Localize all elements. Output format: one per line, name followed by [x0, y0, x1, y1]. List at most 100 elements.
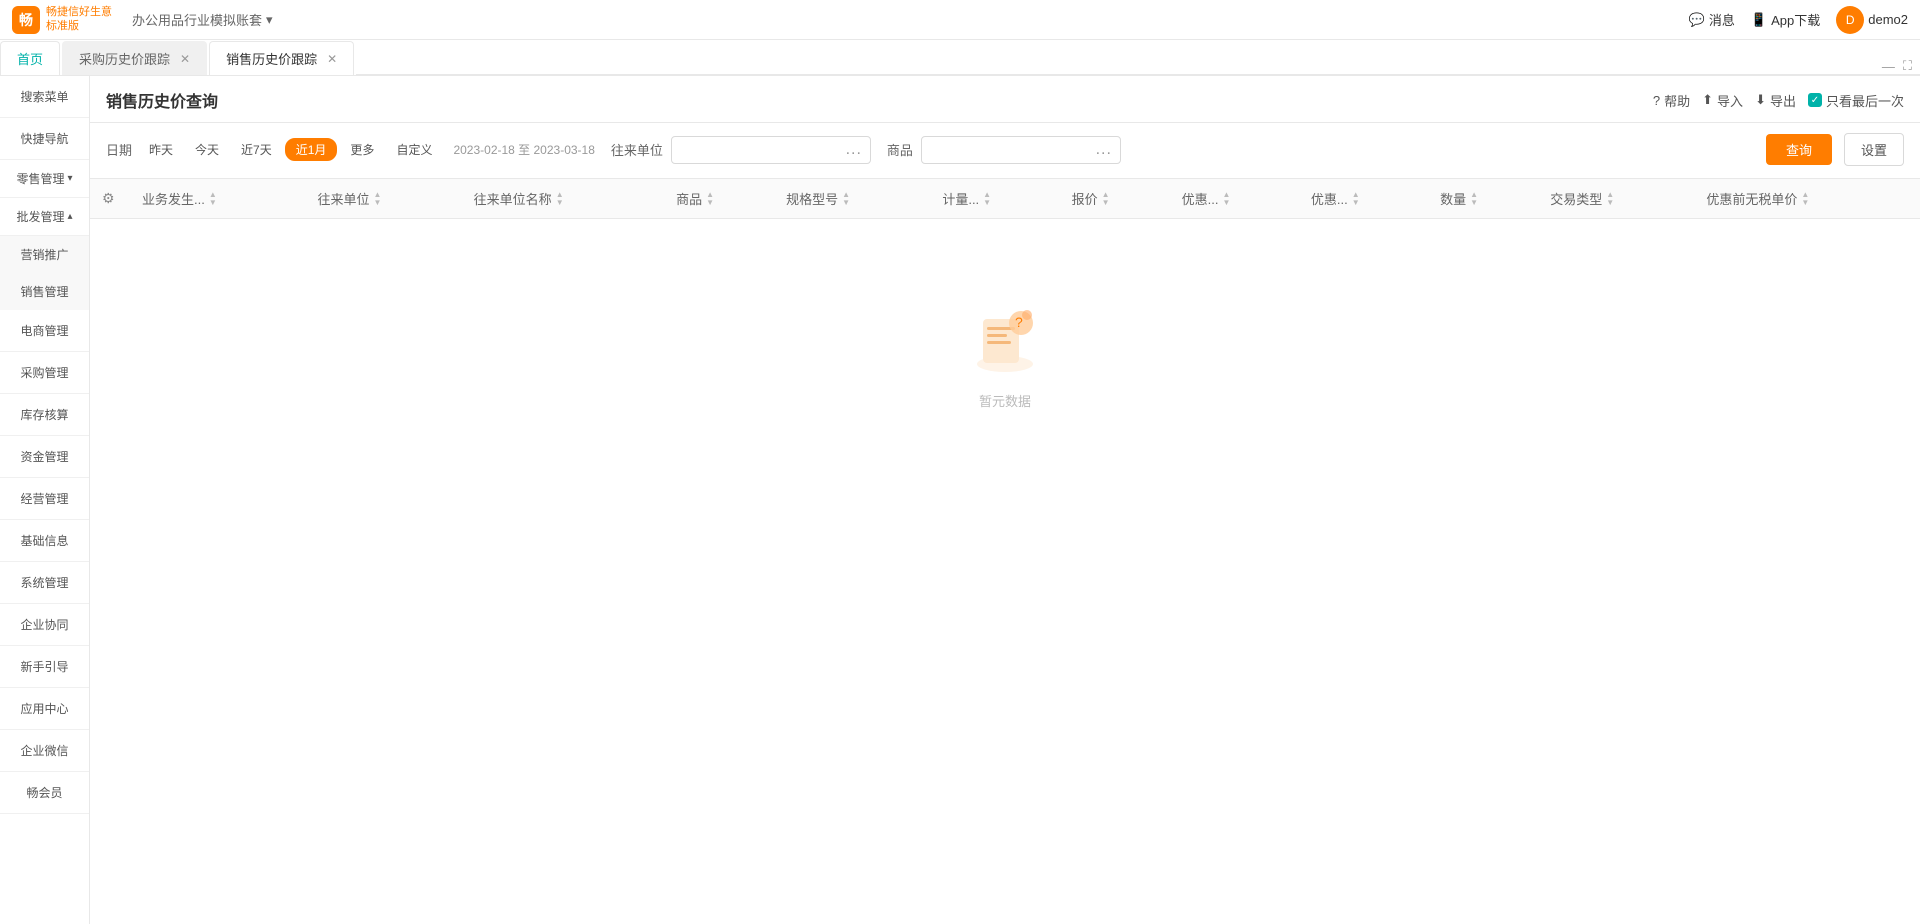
sidebar-item-new-guide[interactable]: 新手引导	[0, 646, 89, 688]
th-spec[interactable]: 规格型号 ▲▼	[774, 179, 930, 219]
user-menu[interactable]: D demo2	[1836, 6, 1908, 34]
avatar: D	[1836, 6, 1864, 34]
table-container: ⚙ 业务发生... ▲▼ 往来单位 ▲▼	[90, 179, 1920, 924]
minimize-icon[interactable]: —	[1882, 59, 1895, 74]
mobile-icon: 📱	[1751, 12, 1767, 28]
page-actions: ? 帮助 ⬆ 导入 ⬇ 导出 ✓ 只看最后一次	[1653, 91, 1904, 110]
sort-arrows-pre-tax-price: ▲▼	[1801, 191, 1809, 207]
sort-arrows-quote: ▲▼	[1102, 191, 1110, 207]
sidebar-item-ecommerce[interactable]: 电商管理	[0, 310, 89, 352]
chat-button[interactable]: 💬 消息	[1689, 10, 1735, 29]
counterparty-input[interactable]: ...	[671, 136, 871, 164]
th-qty[interactable]: 数量 ▲▼	[1428, 179, 1538, 219]
th-counterparty-name[interactable]: 往来单位名称 ▲▼	[462, 179, 664, 219]
th-discount2[interactable]: 优惠... ▲▼	[1299, 179, 1428, 219]
sidebar-sub-group: 营销推广 销售管理	[0, 236, 89, 310]
app-download-button[interactable]: 📱 App下载	[1751, 10, 1820, 29]
help-icon: ?	[1653, 93, 1660, 108]
date-btn-7days[interactable]: 近7天	[232, 138, 281, 161]
chevron-up-icon: ▴	[67, 211, 72, 222]
help-button[interactable]: ? 帮助	[1653, 91, 1690, 110]
tab-close-sales[interactable]: ✕	[327, 52, 337, 66]
date-btn-today[interactable]: 今天	[186, 138, 228, 161]
sidebar-item-basic-info[interactable]: 基础信息	[0, 520, 89, 562]
th-quote[interactable]: 报价 ▲▼	[1060, 179, 1170, 219]
sort-arrows-biz-date: ▲▼	[209, 191, 217, 207]
th-pre-tax-price[interactable]: 优惠前无税单价 ▲▼	[1694, 179, 1920, 219]
date-buttons: 昨天 今天 近7天 近1月 更多 自定义	[140, 138, 441, 161]
sidebar-item-enterprise-collab[interactable]: 企业协同	[0, 604, 89, 646]
workspace-selector[interactable]: 办公用品行业模拟账套 ▾	[132, 10, 273, 29]
sidebar-item-quick-nav[interactable]: 快捷导航	[0, 118, 89, 160]
tab-bar-spacer	[356, 74, 1874, 75]
empty-text: 暂元数据	[979, 391, 1031, 410]
th-settings[interactable]: ⚙	[90, 179, 130, 219]
import-icon: ⬆	[1702, 92, 1713, 108]
date-btn-more[interactable]: 更多	[341, 138, 383, 161]
sidebar-item-finance[interactable]: 资金管理	[0, 436, 89, 478]
th-unit[interactable]: 计量... ▲▼	[930, 179, 1059, 219]
content-area: 销售历史价查询 ? 帮助 ⬆ 导入 ⬇ 导出 ✓	[90, 76, 1920, 924]
gear-icon[interactable]: ⚙	[102, 190, 115, 206]
page-title-row: 销售历史价查询 ? 帮助 ⬆ 导入 ⬇ 导出 ✓	[106, 88, 1904, 122]
sidebar: 搜索菜单 快捷导航 零售管理 ▾ 批发管理 ▴ 营销推广 销售管理 电商管理 采…	[0, 76, 90, 924]
sidebar-item-app-center[interactable]: 应用中心	[0, 688, 89, 730]
empty-illustration: ?	[965, 299, 1045, 379]
top-bar-left: 畅 畅捷信好生意 标准版 办公用品行业模拟账套 ▾	[12, 6, 273, 34]
data-table: ⚙ 业务发生... ▲▼ 往来单位 ▲▼	[90, 179, 1920, 219]
sidebar-item-search-menu[interactable]: 搜索菜单	[0, 76, 89, 118]
th-biz-date[interactable]: 业务发生... ▲▼	[130, 179, 305, 219]
tab-home[interactable]: 首页	[0, 41, 60, 75]
counterparty-label: 往来单位	[611, 140, 663, 159]
top-bar-right: 💬 消息 📱 App下载 D demo2	[1689, 6, 1908, 34]
logo-icon: 畅	[12, 6, 40, 34]
product-input[interactable]: ...	[921, 136, 1121, 164]
export-icon: ⬇	[1755, 92, 1766, 108]
page-title: 销售历史价查询	[106, 88, 218, 112]
counterparty-filter-group: 往来单位 ...	[611, 136, 871, 164]
sort-arrows-qty: ▲▼	[1470, 191, 1478, 207]
last-only-checkbox[interactable]: ✓ 只看最后一次	[1808, 91, 1904, 110]
th-discount1[interactable]: 优惠... ▲▼	[1170, 179, 1299, 219]
th-counterparty[interactable]: 往来单位 ▲▼	[305, 179, 461, 219]
tab-purchase-history[interactable]: 采购历史价跟踪 ✕	[62, 41, 207, 75]
sidebar-item-retail-mgmt[interactable]: 零售管理 ▾	[0, 160, 89, 198]
sort-arrows-discount1: ▲▼	[1222, 191, 1230, 207]
chevron-down-icon: ▾	[67, 173, 72, 184]
search-button[interactable]: 查询	[1766, 134, 1832, 165]
top-bar: 畅 畅捷信好生意 标准版 办公用品行业模拟账套 ▾ 💬 消息 📱 App下载 D…	[0, 0, 1920, 40]
sidebar-item-wholesale-mgmt[interactable]: 批发管理 ▴	[0, 198, 89, 236]
sidebar-item-inventory[interactable]: 库存核算	[0, 394, 89, 436]
sidebar-item-sales-mgmt[interactable]: 销售管理	[0, 273, 89, 310]
filter-settings-button[interactable]: 设置	[1844, 133, 1904, 166]
date-btn-custom[interactable]: 自定义	[387, 138, 441, 161]
sort-arrows-spec: ▲▼	[842, 191, 850, 207]
main-layout: 搜索菜单 快捷导航 零售管理 ▾ 批发管理 ▴ 营销推广 销售管理 电商管理 采…	[0, 76, 1920, 924]
chat-icon: 💬	[1689, 12, 1705, 28]
tab-close-purchase[interactable]: ✕	[180, 52, 190, 66]
date-btn-1month[interactable]: 近1月	[285, 138, 338, 161]
import-button[interactable]: ⬆ 导入	[1702, 91, 1743, 110]
table-header-row: ⚙ 业务发生... ▲▼ 往来单位 ▲▼	[90, 179, 1920, 219]
sort-arrows-unit: ▲▼	[983, 191, 991, 207]
sidebar-item-purchase-mgmt[interactable]: 采购管理	[0, 352, 89, 394]
export-button[interactable]: ⬇ 导出	[1755, 91, 1796, 110]
logo-area: 畅 畅捷信好生意 标准版	[12, 6, 112, 34]
sort-arrows-trade-type: ▲▼	[1606, 191, 1614, 207]
sidebar-item-marketing[interactable]: 营销推广	[0, 236, 89, 273]
sidebar-item-system-mgmt[interactable]: 系统管理	[0, 562, 89, 604]
sort-arrows-product: ▲▼	[706, 191, 714, 207]
date-btn-yesterday[interactable]: 昨天	[140, 138, 182, 161]
sidebar-item-vip[interactable]: 畅会员	[0, 772, 89, 814]
product-filter-group: 商品 ...	[887, 136, 1121, 164]
checkbox-icon: ✓	[1808, 93, 1822, 107]
th-product[interactable]: 商品 ▲▼	[664, 179, 774, 219]
sidebar-item-operations[interactable]: 经营管理	[0, 478, 89, 520]
empty-state: ? 暂元数据	[90, 219, 1920, 490]
th-trade-type[interactable]: 交易类型 ▲▼	[1538, 179, 1694, 219]
tab-sales-history[interactable]: 销售历史价跟踪 ✕	[209, 41, 354, 75]
logo-text: 畅捷信好生意 标准版	[46, 6, 112, 32]
filter-bar: 日期 昨天 今天 近7天 近1月 更多 自定义 2023-02-18 至 202…	[90, 123, 1920, 179]
maximize-icon[interactable]: ⛶	[1903, 58, 1912, 74]
sidebar-item-enterprise-wechat[interactable]: 企业微信	[0, 730, 89, 772]
